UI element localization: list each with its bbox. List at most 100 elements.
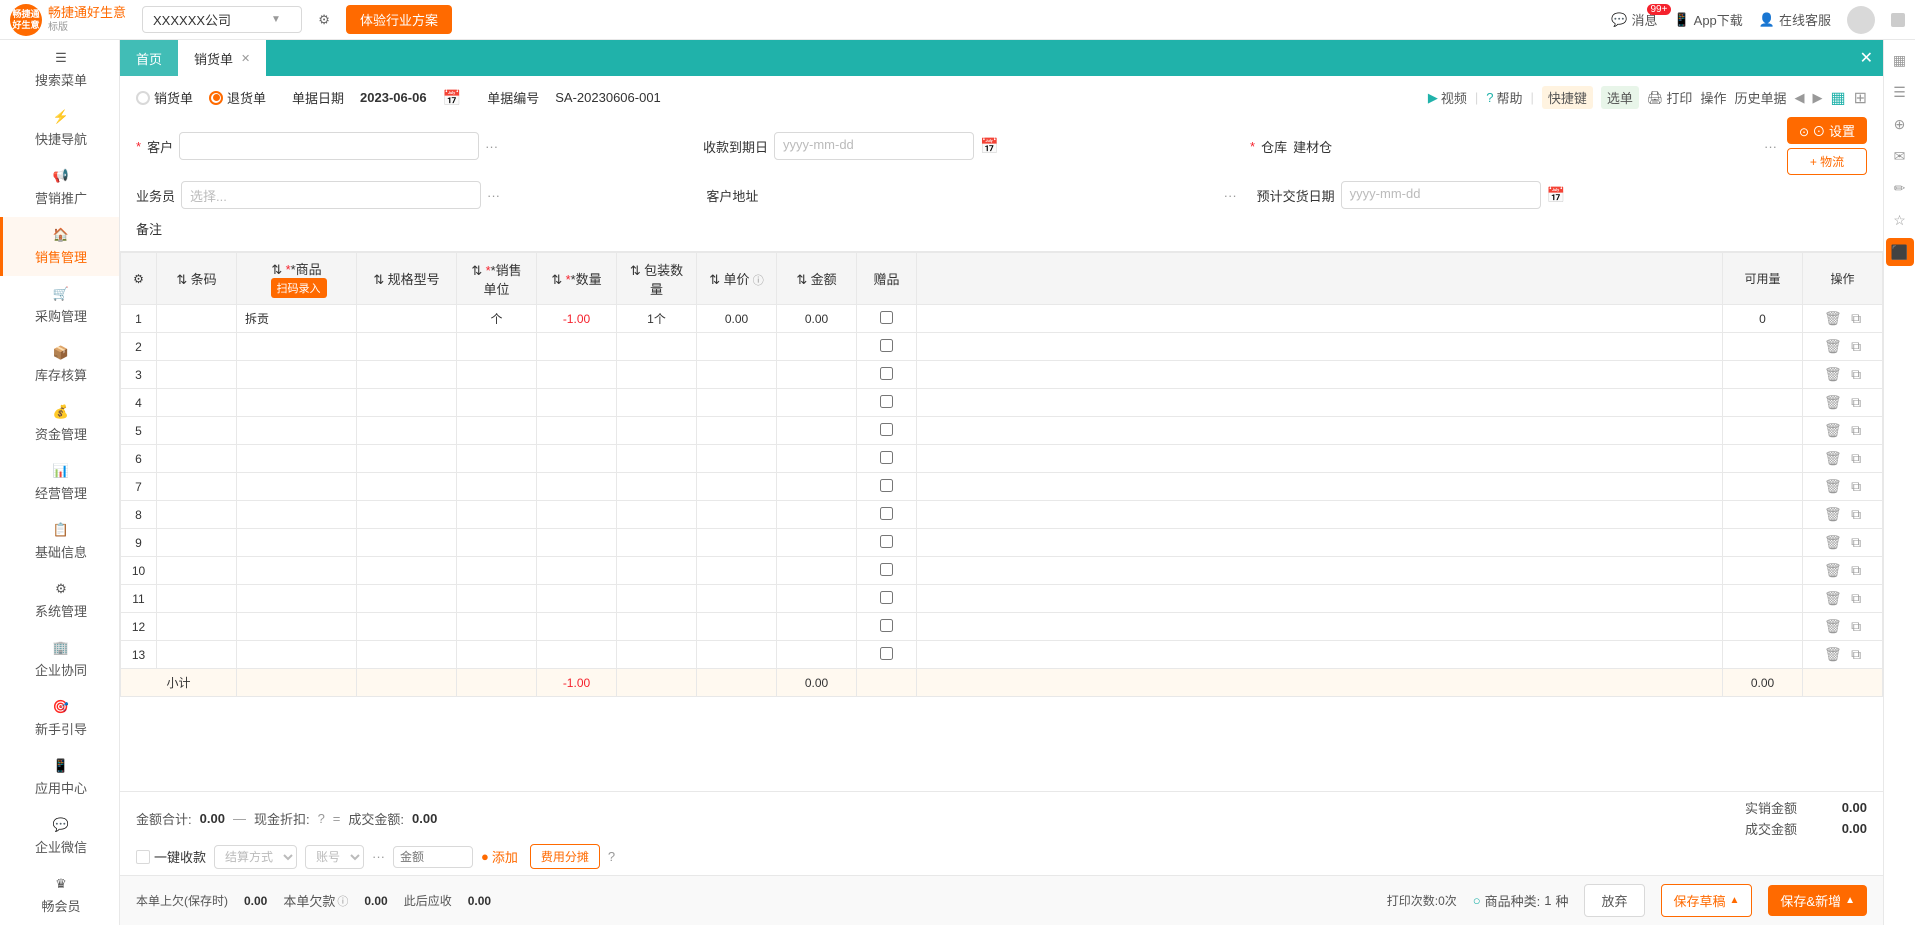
- settings-icon-btn[interactable]: ⚙: [310, 6, 338, 34]
- rt-btn-1[interactable]: ▦: [1886, 46, 1914, 74]
- rt-btn-5[interactable]: ✏: [1886, 174, 1914, 202]
- salesperson-input[interactable]: 选择...: [181, 181, 481, 209]
- copy-icon[interactable]: ⧉: [1851, 366, 1861, 382]
- tab-sales-order[interactable]: 销货单 ✕: [178, 40, 266, 76]
- scan-btn[interactable]: 扫码录入: [271, 278, 327, 298]
- amount-input[interactable]: [393, 846, 473, 868]
- product-kind[interactable]: ○ 商品种类: 1 种: [1473, 891, 1569, 910]
- radio-sales[interactable]: 销货单: [136, 88, 193, 107]
- toolbar-operations-btn[interactable]: 操作: [1700, 88, 1726, 107]
- delete-icon[interactable]: 🗑: [1824, 562, 1842, 578]
- nav-next-icon[interactable]: ▶: [1812, 90, 1822, 106]
- copy-icon[interactable]: ⧉: [1851, 590, 1861, 606]
- toolbar-print-btn[interactable]: 🖨 打印: [1647, 88, 1693, 107]
- sidebar-item-basic-info[interactable]: 📋 基础信息: [0, 512, 119, 571]
- rt-btn-4[interactable]: ✉: [1886, 142, 1914, 170]
- sidebar-item-search[interactable]: ☰ 搜索菜单: [0, 40, 119, 99]
- copy-icon[interactable]: ⧉: [1851, 338, 1861, 354]
- payment-calendar-icon[interactable]: 📅: [980, 137, 999, 155]
- sidebar-item-guide[interactable]: 🎯 新手引导: [0, 689, 119, 748]
- sidebar-item-wechat[interactable]: 💬 企业微信: [0, 807, 119, 866]
- gift-checkbox[interactable]: [880, 423, 893, 436]
- rt-btn-2[interactable]: ☰: [1886, 78, 1914, 106]
- settings-btn[interactable]: ⊙ ⊙ 设置: [1787, 117, 1867, 144]
- gift-checkbox[interactable]: [880, 479, 893, 492]
- delete-icon[interactable]: 🗑: [1824, 534, 1842, 550]
- delete-icon[interactable]: 🗑: [1824, 366, 1842, 382]
- toolbar-video-btn[interactable]: ▶ 视频: [1428, 88, 1467, 107]
- price-info-icon[interactable]: ⓘ: [753, 275, 764, 287]
- rt-btn-orange[interactable]: ⬛: [1886, 238, 1914, 266]
- delete-icon[interactable]: 🗑: [1824, 590, 1842, 606]
- sidebar-item-system[interactable]: ⚙ 系统管理: [0, 571, 119, 630]
- address-ellipsis[interactable]: ···: [1224, 188, 1237, 203]
- delete-icon[interactable]: 🗑: [1824, 338, 1842, 354]
- toolbar-select-btn[interactable]: 选单: [1601, 86, 1639, 109]
- list-view-icon[interactable]: ▦: [1830, 88, 1845, 108]
- delete-icon[interactable]: 🗑: [1824, 394, 1842, 410]
- sidebar-item-sales[interactable]: 🏠 销售管理: [0, 217, 119, 276]
- gift-checkbox[interactable]: [880, 451, 893, 464]
- customer-ellipsis[interactable]: ···: [485, 139, 498, 154]
- gift-checkbox[interactable]: [880, 563, 893, 576]
- note-input[interactable]: [168, 215, 1867, 241]
- expected-delivery-input[interactable]: yyyy-mm-dd: [1341, 181, 1541, 209]
- rt-btn-6[interactable]: ☆: [1886, 206, 1914, 234]
- message-btn[interactable]: 💬 消息 99+: [1611, 10, 1657, 29]
- ellipsis-account[interactable]: ···: [372, 849, 385, 864]
- delete-icon[interactable]: 🗑: [1824, 450, 1842, 466]
- shortage-info-icon[interactable]: ⓘ: [337, 893, 348, 909]
- copy-icon[interactable]: ⧉: [1851, 450, 1861, 466]
- col-settings-header[interactable]: ⚙: [121, 253, 157, 305]
- trial-btn[interactable]: 体验行业方案: [346, 5, 452, 34]
- sidebar-item-purchase[interactable]: 🛒 采购管理: [0, 276, 119, 335]
- question-icon-fees[interactable]: ?: [608, 849, 615, 864]
- copy-icon[interactable]: ⧉: [1851, 422, 1861, 438]
- copy-icon[interactable]: ⧉: [1851, 506, 1861, 522]
- save-new-btn[interactable]: 保存&新增 ▲: [1768, 885, 1867, 916]
- tab-bar-close-btn[interactable]: ✕: [1860, 48, 1873, 68]
- online-service-btn[interactable]: 👤 在线客服: [1759, 10, 1831, 29]
- delete-icon[interactable]: 🗑: [1824, 478, 1842, 494]
- abandon-btn[interactable]: 放弃: [1584, 884, 1644, 917]
- gift-checkbox[interactable]: [880, 367, 893, 380]
- gift-checkbox[interactable]: [880, 535, 893, 548]
- copy-icon[interactable]: ⧉: [1851, 394, 1861, 410]
- gift-checkbox[interactable]: [880, 619, 893, 632]
- settlement-method-select[interactable]: 结算方式: [214, 845, 297, 869]
- copy-icon[interactable]: ⧉: [1851, 562, 1861, 578]
- warehouse-ellipsis[interactable]: ···: [1764, 139, 1777, 154]
- company-selector[interactable]: XXXXXX公司 ▼: [142, 6, 302, 33]
- gift-checkbox[interactable]: [880, 591, 893, 604]
- toolbar-help-btn[interactable]: ? 帮助: [1486, 88, 1522, 107]
- logistics-btn[interactable]: + 物流: [1787, 148, 1867, 175]
- delete-icon[interactable]: 🗑: [1824, 618, 1842, 634]
- question-icon-discount[interactable]: ?: [318, 811, 325, 826]
- sidebar-item-marketing[interactable]: 📢 营销推广: [0, 158, 119, 217]
- salesperson-ellipsis[interactable]: ···: [487, 188, 500, 203]
- gift-checkbox[interactable]: [880, 339, 893, 352]
- delivery-calendar-icon[interactable]: 📅: [1547, 186, 1566, 204]
- tab-home[interactable]: 首页: [120, 40, 178, 76]
- sidebar-item-quick-nav[interactable]: ⚡ 快捷导航: [0, 99, 119, 158]
- rt-btn-3[interactable]: ⊕: [1886, 110, 1914, 138]
- gift-checkbox[interactable]: [880, 395, 893, 408]
- copy-icon[interactable]: ⧉: [1851, 534, 1861, 550]
- save-draft-btn[interactable]: 保存草稿 ▲: [1661, 884, 1753, 917]
- sidebar-item-finance[interactable]: 💰 资金管理: [0, 394, 119, 453]
- sidebar-item-enterprise[interactable]: 🏢 企业协同: [0, 630, 119, 689]
- gift-checkbox[interactable]: [880, 507, 893, 520]
- customer-input[interactable]: [179, 132, 479, 160]
- sidebar-item-operations[interactable]: 📊 经营管理: [0, 453, 119, 512]
- app-download-btn[interactable]: 📱 App下载: [1673, 10, 1742, 29]
- account-select[interactable]: 账号: [305, 845, 364, 869]
- radio-return[interactable]: 退货单: [209, 88, 266, 107]
- fees-btn[interactable]: 费用分摊: [530, 844, 600, 869]
- calendar-icon[interactable]: 📅: [443, 89, 462, 107]
- payment-due-input[interactable]: yyyy-mm-dd: [774, 132, 974, 160]
- delete-icon[interactable]: 🗑: [1824, 422, 1842, 438]
- tab-close-icon[interactable]: ✕: [241, 52, 250, 65]
- delete-icon[interactable]: 🗑: [1824, 646, 1842, 662]
- sidebar-item-member[interactable]: ♛ 畅会员: [0, 866, 119, 925]
- toolbar-shortcut-btn[interactable]: 快捷键: [1542, 86, 1593, 109]
